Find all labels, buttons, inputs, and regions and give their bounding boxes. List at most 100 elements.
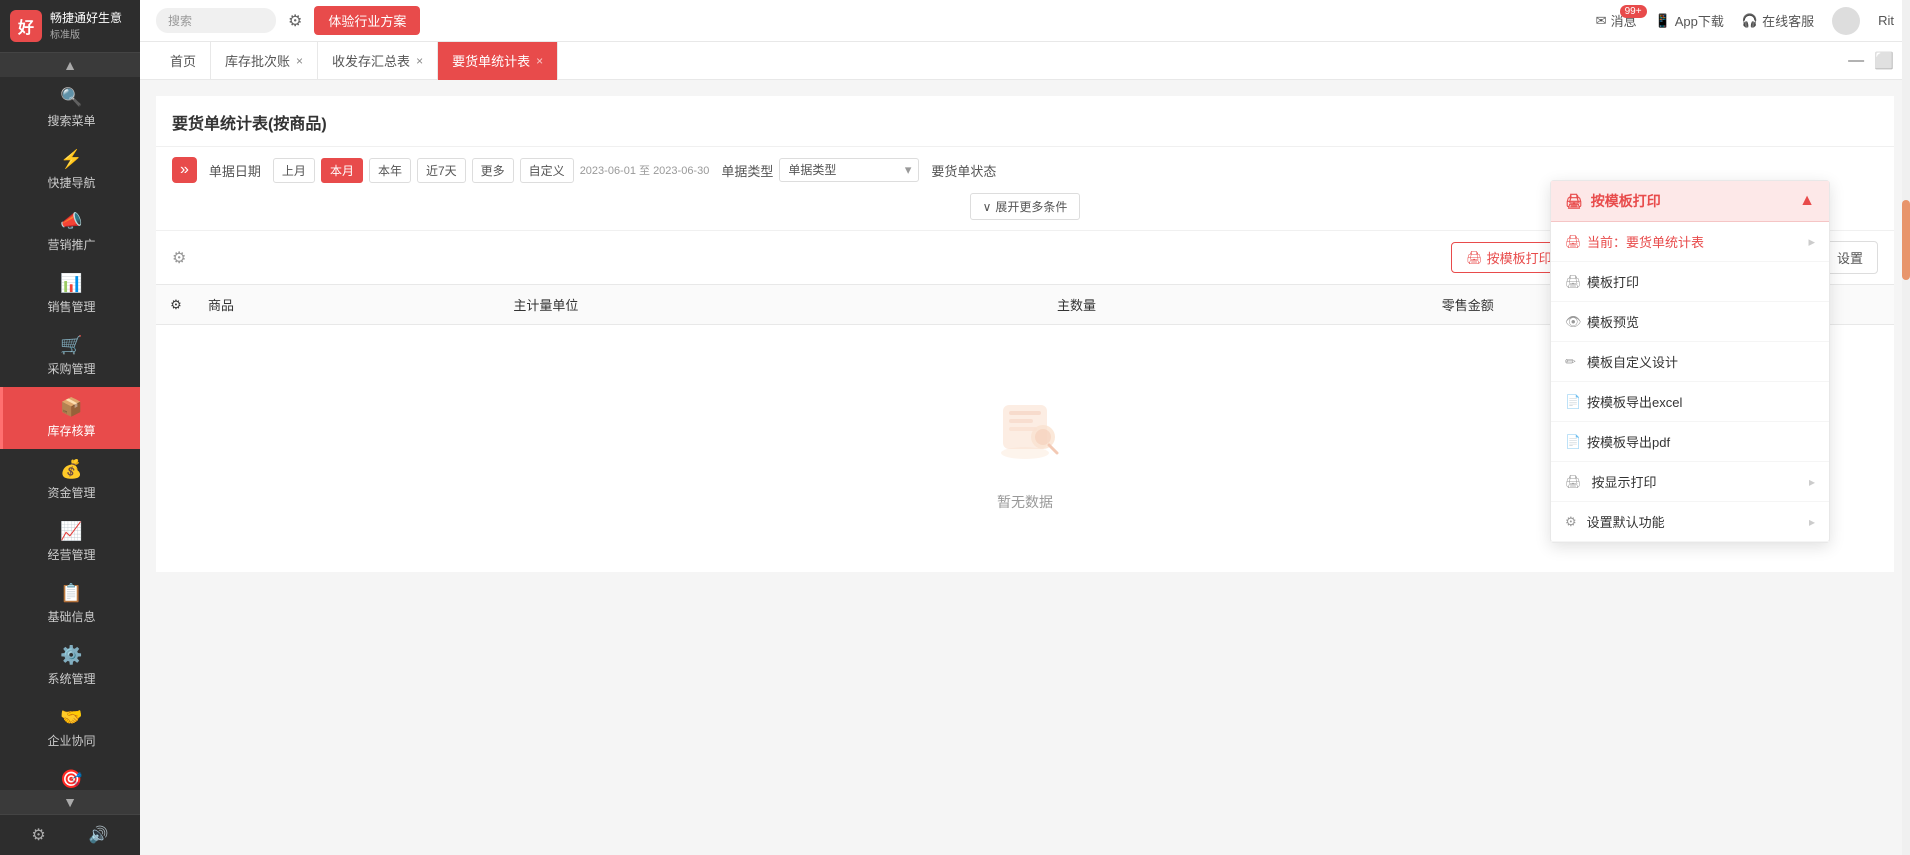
date-btn-7days[interactable]: 近7天 [417, 158, 466, 183]
print-dropdown-item-template-print[interactable]: 🖨 模板打印 [1551, 262, 1829, 302]
online-service-item[interactable]: 🎧 在线客服 [1742, 11, 1814, 30]
app-download-item[interactable]: 📱 App下载 [1655, 11, 1724, 30]
column-settings-icon[interactable]: ⚙ [170, 297, 182, 312]
default-func-label: 设置默认功能 [1587, 512, 1665, 531]
date-btn-this-year[interactable]: 本年 [369, 158, 411, 183]
sidebar: 好 畅捷通好生意 标准版 ▲ 🔍 搜索菜单 ⚡ 快捷导航 📣 营销推广 📊 销售… [0, 0, 140, 855]
tab-order-summary-close[interactable]: × [536, 54, 543, 68]
sidebar-nav: 🔍 搜索菜单 ⚡ 快捷导航 📣 营销推广 📊 销售管理 🛒 采购管理 📦 库存核… [0, 77, 140, 790]
sidebar-item-label: 销售管理 [47, 298, 95, 315]
col-quantity: 主数量 [1045, 285, 1430, 325]
print-dropdown-display-print[interactable]: 🖨 按显示打印 ▸ [1551, 462, 1829, 502]
date-btn-last-month[interactable]: 上月 [273, 158, 315, 183]
current-print-label: 当前：要货单统计表 [1587, 232, 1704, 251]
date-btn-more[interactable]: 更多 [472, 158, 514, 183]
filter-toggle-button[interactable]: » [172, 157, 197, 183]
print-dropdown-default-func[interactable]: ⚙ 设置默认功能 ▸ [1551, 502, 1829, 542]
tab-minimize-icon[interactable]: — [1848, 52, 1864, 70]
logo-icon: 好 [10, 10, 42, 42]
topbar: 搜索 ⚙ 体验行业方案 ✉ 消息 99+ 📱 App下载 🎧 在线客服 Rit [140, 0, 1910, 42]
sidebar-item-search[interactable]: 🔍 搜索菜单 [0, 77, 140, 139]
tab-receipt-summary-close[interactable]: × [416, 54, 423, 68]
print-dropdown-item-template-design[interactable]: ✏ 模板自定义设计 [1551, 342, 1829, 382]
tabs-bar: 首页 库存批次账 × 收发存汇总表 × 要货单统计表 × — ⬜ [140, 42, 1910, 80]
sidebar-item-label: 资金管理 [47, 484, 95, 501]
empty-text: 暂无数据 [997, 492, 1053, 512]
date-btn-custom[interactable]: 自定义 [520, 158, 574, 183]
print-dropdown-item-template-preview[interactable]: 👁 模板预览 [1551, 302, 1829, 342]
date-btn-this-month[interactable]: 本月 [321, 158, 363, 183]
sidebar-item-collab[interactable]: 🤝 企业协同 [0, 697, 140, 759]
tab-receipt-summary-label: 收发存汇总表 [332, 51, 410, 70]
settings-footer-icon[interactable]: ⚙ [31, 825, 45, 845]
sidebar-item-marketing[interactable]: 📣 营销推广 [0, 201, 140, 263]
type-label: 单据类型 [721, 161, 773, 180]
trial-button[interactable]: 体验行业方案 [314, 6, 420, 35]
sidebar-item-label: 经营管理 [47, 546, 95, 563]
sidebar-item-label: 采购管理 [47, 360, 95, 377]
topbar-gear-icon[interactable]: ⚙ [288, 11, 302, 31]
default-func-icon: ⚙ [1565, 514, 1577, 530]
type-filter: 单据类型 单据类型 [721, 158, 919, 182]
sidebar-item-system[interactable]: ⚙️ 系统管理 [0, 635, 140, 697]
finance-icon: 💰 [60, 459, 82, 480]
tab-receipt-summary[interactable]: 收发存汇总表 × [318, 42, 438, 80]
tab-expand-icon[interactable]: ⬜ [1874, 51, 1894, 71]
sidebar-item-quick-nav[interactable]: ⚡ 快捷导航 [0, 139, 140, 201]
table-settings-icon[interactable]: ⚙ [172, 248, 186, 268]
sidebar-item-sales[interactable]: 📊 销售管理 [0, 263, 140, 325]
marketing-icon: 📣 [60, 211, 82, 232]
sidebar-item-operation[interactable]: 📈 经营管理 [0, 511, 140, 573]
messages-badge: 99+ [1620, 5, 1647, 18]
sidebar-scroll-down[interactable]: ▼ [0, 790, 140, 814]
app-name: 畅捷通好生意 [50, 11, 122, 27]
sidebar-item-label: 系统管理 [47, 670, 95, 687]
guide-icon: 🎯 [60, 769, 82, 790]
quick-nav-icon: ⚡ [60, 149, 82, 170]
settings-button[interactable]: 设置 [1822, 241, 1878, 274]
tab-order-summary[interactable]: 要货单统计表 × [438, 42, 558, 80]
topbar-search-box[interactable]: 搜索 [156, 8, 276, 33]
scrollbar-thumb[interactable] [1902, 200, 1910, 280]
sidebar-scroll-up[interactable]: ▲ [0, 53, 140, 77]
print-dropdown-current[interactable]: 🖨 当前：要货单统计表 [1551, 222, 1829, 262]
sidebar-item-finance[interactable]: 💰 资金管理 [0, 449, 140, 511]
tab-inventory-batch-close[interactable]: × [296, 54, 303, 68]
template-design-label: 模板自定义设计 [1587, 352, 1678, 371]
app-download-label: App下载 [1675, 11, 1724, 30]
search-icon: 🔍 [60, 87, 82, 108]
print-dropdown: 🖨 按模板打印 ▲ 🖨 当前：要货单统计表 🖨 模板打印 👁 模板预览 ✏ [1550, 180, 1830, 543]
tab-home[interactable]: 首页 [156, 42, 211, 80]
default-func-left: ⚙ 设置默认功能 [1565, 512, 1665, 531]
print-dropdown-close-icon[interactable]: ▲ [1799, 192, 1815, 210]
tab-inventory-batch[interactable]: 库存批次账 × [211, 42, 318, 80]
sidebar-item-inventory[interactable]: 📦 库存核算 [0, 387, 140, 449]
order-status-label: 要货单状态 [931, 161, 996, 180]
print-dropdown-item-export-excel[interactable]: 📄 按模板导出excel [1551, 382, 1829, 422]
type-select[interactable]: 单据类型 [779, 158, 919, 182]
sidebar-item-label: 企业协同 [47, 732, 95, 749]
template-preview-icon: 👁 [1565, 314, 1582, 330]
col-settings[interactable]: ⚙ [156, 285, 196, 325]
sidebar-item-purchase[interactable]: 🛒 采购管理 [0, 325, 140, 387]
username-label: Rit [1878, 13, 1894, 28]
tab-home-label: 首页 [170, 51, 196, 70]
online-service-label: 在线客服 [1762, 11, 1814, 30]
audio-footer-icon[interactable]: 🔊 [89, 825, 109, 845]
print-dropdown-title-text: 按模板打印 [1591, 191, 1661, 211]
sidebar-item-basic[interactable]: 📋 基础信息 [0, 573, 140, 635]
page-title: 要货单统计表(按商品) [172, 110, 1878, 146]
messages-item[interactable]: ✉ 消息 99+ [1596, 11, 1637, 30]
print-dropdown-title: 🖨 按模板打印 [1565, 191, 1661, 211]
col-product: 商品 [196, 285, 501, 325]
date-label: 单据日期 [209, 161, 261, 180]
topbar-search-text: 搜索 [168, 14, 192, 28]
expand-conditions-button[interactable]: ∨ 展开更多条件 [970, 193, 1081, 220]
display-print-icon: 🖨 [1565, 474, 1582, 490]
print-label: 按模板打印 [1487, 248, 1552, 267]
print-dropdown-item-export-pdf[interactable]: 📄 按模板导出pdf [1551, 422, 1829, 462]
sidebar-item-guide[interactable]: 🎯 新手引导 [0, 759, 140, 790]
user-avatar[interactable] [1832, 7, 1860, 35]
export-excel-icon: 📄 [1565, 394, 1581, 410]
inventory-icon: 📦 [60, 397, 82, 418]
